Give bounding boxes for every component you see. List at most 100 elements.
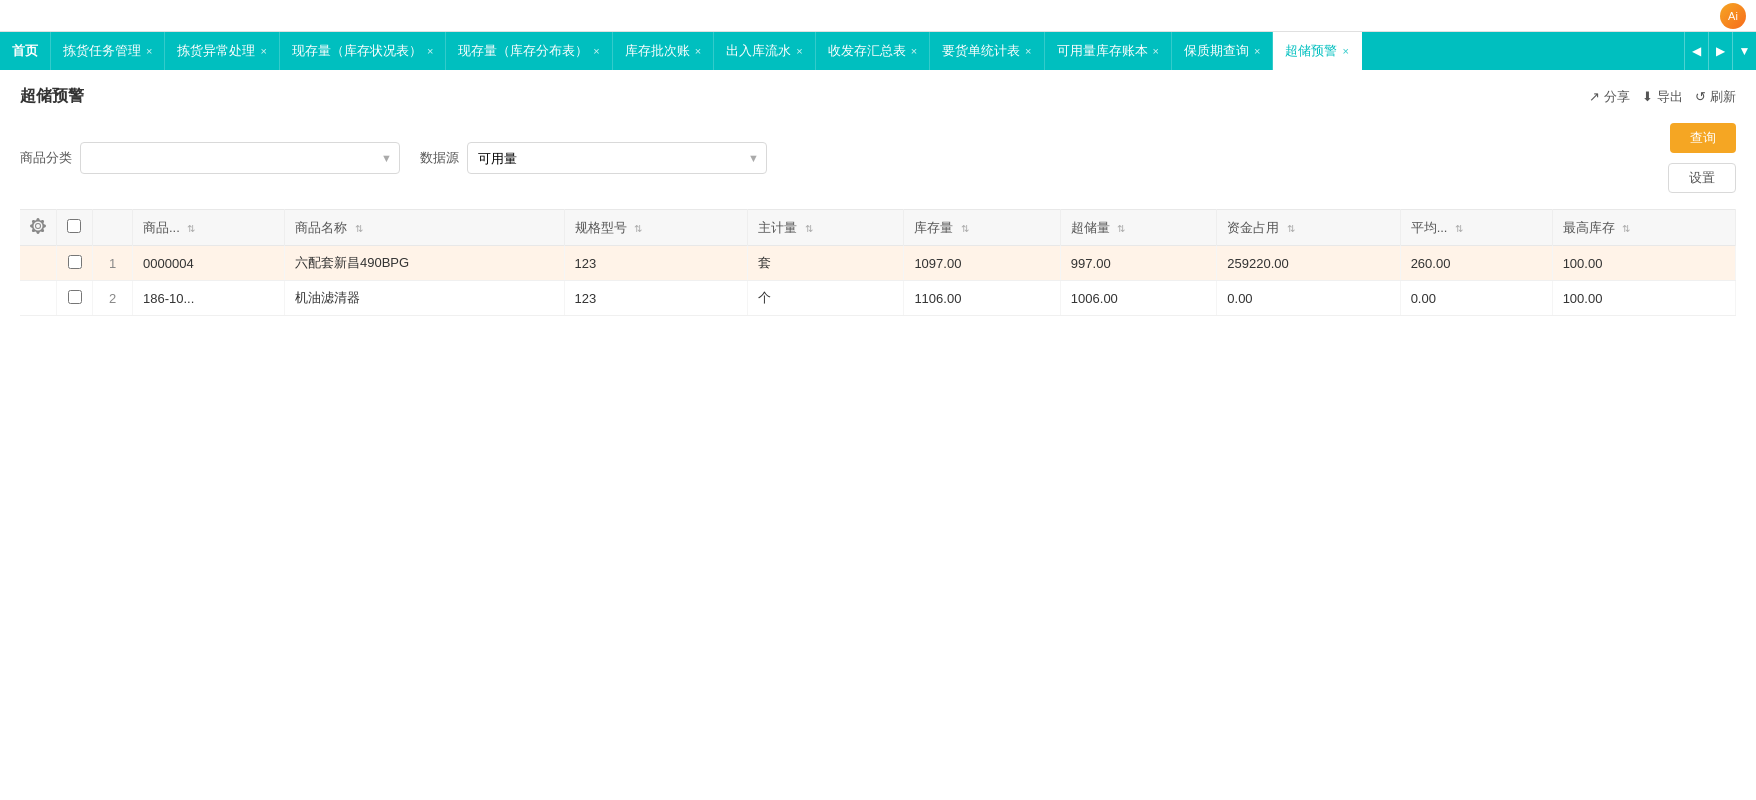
row-avg-0: 260.00 (1400, 246, 1552, 281)
tab-collect[interactable]: 收发存汇总表 × (816, 32, 930, 70)
row-gear-0 (20, 246, 57, 281)
col-product-code-label: 商品... (143, 220, 180, 235)
sort-spec-icon: ⇅ (634, 223, 642, 234)
tab-task-mgmt-label: 拣货任务管理 (63, 42, 141, 60)
export-button[interactable]: ⬇ 导出 (1642, 88, 1683, 106)
tab-abnormal[interactable]: 拣货异常处理 × (165, 32, 279, 70)
share-button[interactable]: ↗ 分享 (1589, 88, 1630, 106)
nav-next-button[interactable]: ▶ (1708, 32, 1732, 70)
category-select[interactable] (80, 142, 400, 174)
tab-stock-dist[interactable]: 现存量（库存分布表） × (446, 32, 612, 70)
row-overstock-1: 1006.00 (1060, 281, 1216, 316)
tab-quality-close[interactable]: × (1254, 45, 1260, 57)
page-content: 超储预警 ↗ 分享 ⬇ 导出 ↺ 刷新 商品分类 (0, 70, 1756, 800)
tab-quality[interactable]: 保质期查询 × (1172, 32, 1273, 70)
col-checkbox-header (57, 210, 93, 246)
col-unit[interactable]: 主计量 ⇅ (747, 210, 903, 246)
share-icon: ↗ (1589, 89, 1600, 104)
row-capital-0: 259220.00 (1217, 246, 1400, 281)
tab-order-stat-label: 要货单统计表 (942, 42, 1020, 60)
col-capital-label: 资金占用 (1227, 220, 1279, 235)
tab-overstock[interactable]: 超储预警 × (1273, 32, 1361, 70)
settings-button[interactable]: 设置 (1668, 163, 1736, 193)
col-product-code[interactable]: 商品... ⇅ (133, 210, 285, 246)
tab-home-label: 首页 (12, 42, 38, 60)
tab-order-stat-close[interactable]: × (1025, 45, 1031, 57)
datasource-select-wrapper: 可用量 ▼ (467, 142, 767, 174)
tab-stock-status-label: 现存量（库存状况表） (292, 42, 422, 60)
sort-stock-icon: ⇅ (961, 223, 969, 234)
col-stock[interactable]: 库存量 ⇅ (904, 210, 1060, 246)
tab-abnormal-label: 拣货异常处理 (177, 42, 255, 60)
row-product-name-1: 机油滤清器 (284, 281, 564, 316)
nav-more-button[interactable]: ▼ (1732, 32, 1756, 70)
tab-task-mgmt-close[interactable]: × (146, 45, 152, 57)
sort-avg-icon: ⇅ (1455, 223, 1463, 234)
tab-avail-account-close[interactable]: × (1153, 45, 1159, 57)
row-product-name-0: 六配套新昌490BPG (284, 246, 564, 281)
tab-stock-status[interactable]: 现存量（库存状况表） × (280, 32, 446, 70)
row-stock-0: 1097.00 (904, 246, 1060, 281)
tab-overstock-close[interactable]: × (1342, 45, 1348, 57)
col-product-name[interactable]: 商品名称 ⇅ (284, 210, 564, 246)
refresh-label: 刷新 (1710, 88, 1736, 106)
tab-quality-label: 保质期查询 (1184, 42, 1249, 60)
select-all-checkbox[interactable] (67, 219, 81, 233)
datasource-label: 数据源 (420, 149, 459, 167)
col-overstock[interactable]: 超储量 ⇅ (1060, 210, 1216, 246)
tab-flow-label: 出入库流水 (726, 42, 791, 60)
sort-unit-icon: ⇅ (805, 223, 813, 234)
tab-task-mgmt[interactable]: 拣货任务管理 × (51, 32, 165, 70)
share-label: 分享 (1604, 88, 1630, 106)
tab-batch-close[interactable]: × (695, 45, 701, 57)
row-checkbox-0[interactable] (68, 255, 82, 269)
tab-avail-account-label: 可用量库存账本 (1057, 42, 1148, 60)
row-unit-0: 套 (747, 246, 903, 281)
nav-prev-button[interactable]: ◀ (1684, 32, 1708, 70)
export-icon: ⬇ (1642, 89, 1653, 104)
col-overstock-label: 超储量 (1071, 220, 1110, 235)
col-capital[interactable]: 资金占用 ⇅ (1217, 210, 1400, 246)
tab-order-stat[interactable]: 要货单统计表 × (930, 32, 1044, 70)
tab-collect-close[interactable]: × (911, 45, 917, 57)
category-filter-group: 商品分类 ▼ (20, 142, 400, 174)
category-label: 商品分类 (20, 149, 72, 167)
refresh-button[interactable]: ↺ 刷新 (1695, 88, 1736, 106)
row-avg-1: 0.00 (1400, 281, 1552, 316)
tab-flow[interactable]: 出入库流水 × (714, 32, 815, 70)
refresh-icon: ↺ (1695, 89, 1706, 104)
export-label: 导出 (1657, 88, 1683, 106)
table-row: 2 186-10... 机油滤清器 123 个 1106.00 1006.00 … (20, 281, 1736, 316)
row-checkbox-cell-0 (57, 246, 93, 281)
tab-abnormal-close[interactable]: × (260, 45, 266, 57)
query-button[interactable]: 查询 (1670, 123, 1736, 153)
category-select-wrapper: ▼ (80, 142, 400, 174)
tab-stock-status-close[interactable]: × (427, 45, 433, 57)
filter-row: 商品分类 ▼ 数据源 可用量 ▼ (20, 123, 1736, 193)
row-num-0: 1 (93, 246, 133, 281)
col-max-stock-label: 最高库存 (1563, 220, 1615, 235)
sort-max-stock-icon: ⇅ (1622, 223, 1630, 234)
gear-icon[interactable] (30, 218, 46, 234)
row-max-stock-1: 100.00 (1552, 281, 1735, 316)
table-row: 1 0000004 六配套新昌490BPG 123 套 1097.00 997.… (20, 246, 1736, 281)
col-avg[interactable]: 平均... ⇅ (1400, 210, 1552, 246)
col-max-stock[interactable]: 最高库存 ⇅ (1552, 210, 1735, 246)
row-stock-1: 1106.00 (904, 281, 1060, 316)
tab-stock-dist-close[interactable]: × (593, 45, 599, 57)
tab-avail-account[interactable]: 可用量库存账本 × (1045, 32, 1172, 70)
tab-flow-close[interactable]: × (796, 45, 802, 57)
row-checkbox-1[interactable] (68, 290, 82, 304)
row-overstock-0: 997.00 (1060, 246, 1216, 281)
col-avg-label: 平均... (1411, 220, 1448, 235)
tab-batch[interactable]: 库存批次账 × (613, 32, 714, 70)
tab-home[interactable]: 首页 (0, 32, 51, 70)
topbar: Ai (0, 0, 1756, 32)
filter-area: 商品分类 ▼ 数据源 可用量 ▼ (20, 123, 1736, 193)
sort-product-name-icon: ⇅ (355, 223, 363, 234)
col-product-name-label: 商品名称 (295, 220, 347, 235)
col-spec[interactable]: 规格型号 ⇅ (564, 210, 747, 246)
avatar[interactable]: Ai (1720, 3, 1746, 29)
table-header-row: 商品... ⇅ 商品名称 ⇅ 规格型号 ⇅ 主计量 ⇅ 库存量 ⇅ (20, 210, 1736, 246)
datasource-select[interactable]: 可用量 (467, 142, 767, 174)
